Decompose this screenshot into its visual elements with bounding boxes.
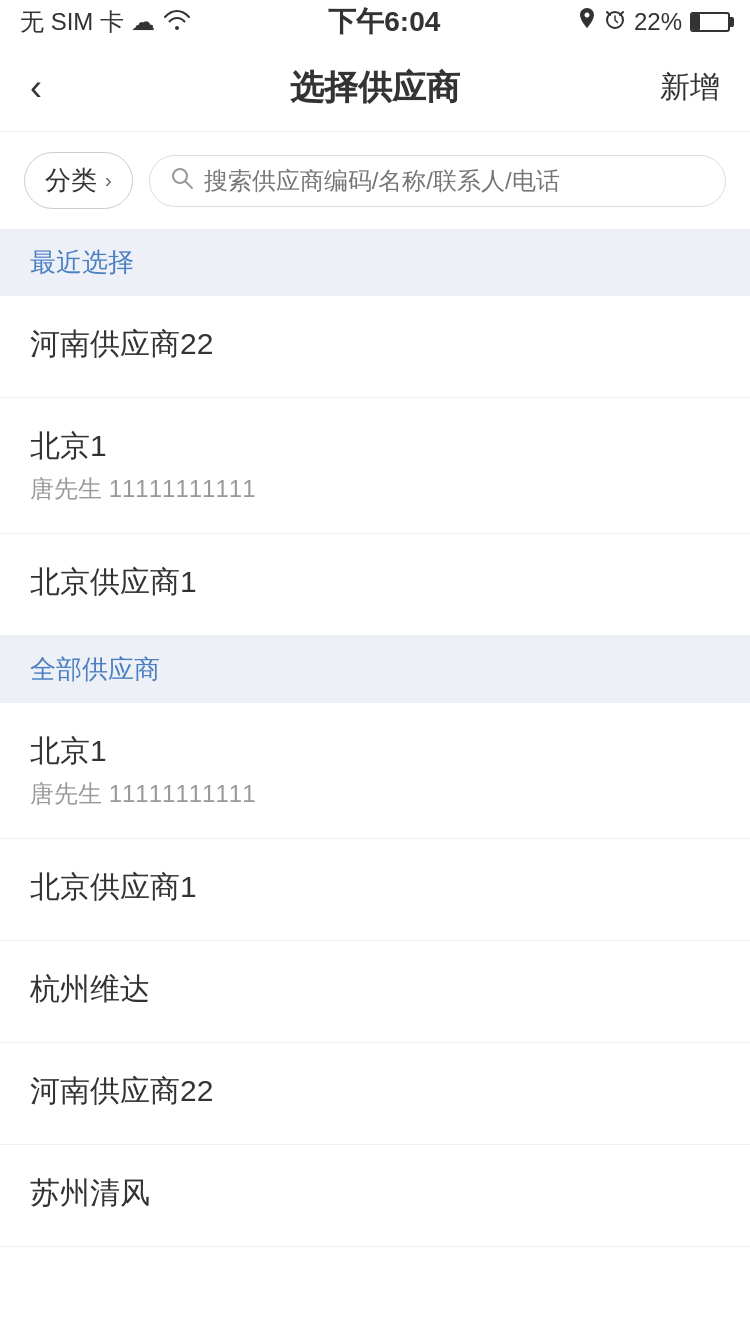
- status-left: 无 SIM 卡 ☁: [20, 6, 191, 38]
- recent-section-header: 最近选择: [0, 229, 750, 296]
- battery-icon: [690, 12, 730, 32]
- item-sub: 唐先生 11111111111: [30, 473, 720, 505]
- list-item[interactable]: 苏州清风: [0, 1145, 750, 1247]
- item-name: 杭州维达: [30, 969, 720, 1010]
- back-button[interactable]: ‹: [30, 67, 90, 109]
- item-name: 北京供应商1: [30, 867, 720, 908]
- item-name: 河南供应商22: [30, 324, 720, 365]
- add-button[interactable]: 新增: [660, 67, 720, 108]
- list-item[interactable]: 杭州维达: [0, 941, 750, 1043]
- item-name: 北京1: [30, 426, 720, 467]
- all-items-list: 北京1 唐先生 11111111111 北京供应商1 杭州维达河南供应商22 苏州清风: [0, 703, 750, 1247]
- nav-bar: ‹ 选择供应商 新增: [0, 44, 750, 132]
- item-name: 河南供应商22: [30, 1071, 720, 1112]
- item-name: 北京供应商1: [30, 562, 720, 603]
- list-item[interactable]: 河南供应商22: [0, 296, 750, 398]
- all-section-label: 全部供应商: [30, 654, 160, 684]
- list-item[interactable]: 北京1 唐先生 11111111111: [0, 703, 750, 839]
- no-sim-text: 无 SIM 卡 ☁: [20, 6, 155, 38]
- list-item[interactable]: 北京供应商1: [0, 534, 750, 636]
- list-item[interactable]: 北京1 唐先生 11111111111: [0, 398, 750, 534]
- list-item[interactable]: 北京供应商1: [0, 839, 750, 941]
- search-box[interactable]: [149, 155, 726, 207]
- status-bar: 无 SIM 卡 ☁ 下午6:04 22%: [0, 0, 750, 44]
- filter-bar: 分类 ›: [0, 132, 750, 229]
- category-button[interactable]: 分类 ›: [24, 152, 133, 209]
- recent-section-label: 最近选择: [30, 247, 134, 277]
- battery-percent: 22%: [634, 8, 682, 36]
- wifi-icon: [163, 8, 191, 36]
- chevron-right-icon: ›: [105, 169, 112, 192]
- list-item[interactable]: 河南供应商22: [0, 1043, 750, 1145]
- search-input[interactable]: [204, 167, 705, 195]
- search-icon: [170, 166, 194, 196]
- item-name: 北京1: [30, 731, 720, 772]
- svg-line-2: [185, 181, 192, 188]
- status-right: 22%: [578, 8, 730, 36]
- status-time: 下午6:04: [328, 3, 440, 41]
- item-name: 苏州清风: [30, 1173, 720, 1214]
- category-label: 分类: [45, 163, 97, 198]
- recent-items-list: 河南供应商22 北京1 唐先生 11111111111 北京供应商1: [0, 296, 750, 636]
- page-title: 选择供应商: [290, 65, 460, 111]
- alarm-icon: [604, 8, 626, 36]
- item-sub: 唐先生 11111111111: [30, 778, 720, 810]
- location-icon: [578, 8, 596, 36]
- all-section-header: 全部供应商: [0, 636, 750, 703]
